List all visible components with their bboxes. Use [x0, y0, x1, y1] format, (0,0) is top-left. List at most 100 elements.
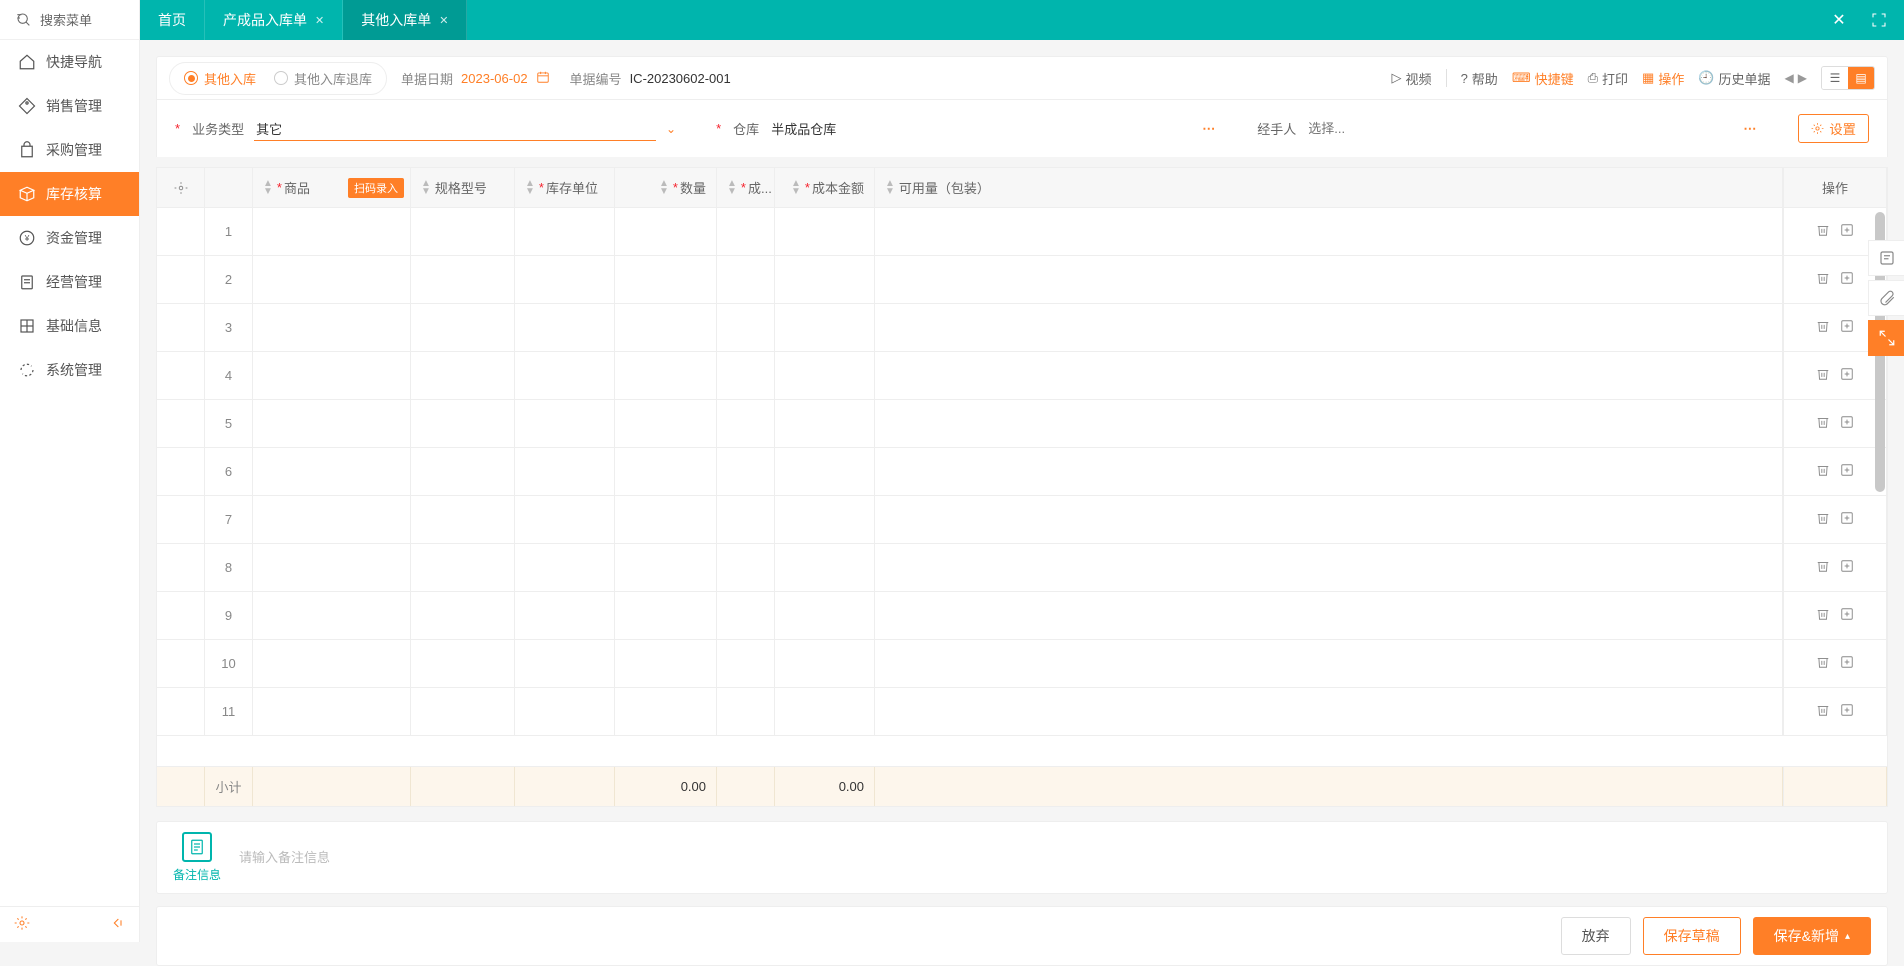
td-unit[interactable]: [515, 208, 615, 255]
more-icon[interactable]: ⋯: [1743, 121, 1758, 137]
table-row[interactable]: 10: [157, 640, 1887, 688]
td-spec[interactable]: [411, 208, 515, 255]
add-row-icon[interactable]: [1840, 559, 1854, 576]
operate-link[interactable]: ▦操作: [1642, 69, 1684, 88]
more-icon[interactable]: ⋯: [1202, 121, 1217, 137]
tab-other-inbound[interactable]: 其他入库单 ✕: [343, 0, 467, 40]
discard-button[interactable]: 放弃: [1561, 917, 1631, 955]
view-form-button[interactable]: ▤: [1848, 67, 1874, 89]
add-row-icon[interactable]: [1840, 319, 1854, 336]
gear-icon[interactable]: [14, 915, 30, 934]
fullscreen-button[interactable]: [1864, 5, 1894, 35]
next-arrow-icon[interactable]: ▶: [1798, 71, 1807, 85]
save-and-new-button[interactable]: 保存&新增 ▴: [1753, 917, 1871, 955]
table-row[interactable]: 8: [157, 544, 1887, 592]
settings-button[interactable]: 设置: [1798, 114, 1869, 143]
close-icon[interactable]: ✕: [315, 14, 324, 27]
td-unit[interactable]: [515, 304, 615, 351]
td-qty[interactable]: [615, 208, 717, 255]
td-spec[interactable]: [411, 592, 515, 639]
td-cost[interactable]: [717, 304, 775, 351]
td-avail[interactable]: [875, 592, 1783, 639]
table-row[interactable]: 2: [157, 256, 1887, 304]
td-qty[interactable]: [615, 640, 717, 687]
radio-other-return[interactable]: 其他入库退库: [274, 69, 372, 88]
td-avail[interactable]: [875, 640, 1783, 687]
calendar-icon[interactable]: [536, 70, 550, 87]
td-amount[interactable]: [775, 208, 875, 255]
add-row-icon[interactable]: [1840, 415, 1854, 432]
td-qty[interactable]: [615, 400, 717, 447]
td-unit[interactable]: [515, 640, 615, 687]
td-spec[interactable]: [411, 304, 515, 351]
th-cost[interactable]: ▲▼ *成...: [717, 168, 775, 207]
td-cost[interactable]: [717, 448, 775, 495]
td-avail[interactable]: [875, 208, 1783, 255]
table-row[interactable]: 6: [157, 448, 1887, 496]
td-amount[interactable]: [775, 304, 875, 351]
remark-input[interactable]: [239, 850, 1871, 865]
table-row[interactable]: 9: [157, 592, 1887, 640]
td-amount[interactable]: [775, 352, 875, 399]
th-gear[interactable]: [157, 168, 205, 207]
td-product[interactable]: [253, 208, 411, 255]
float-attachment-button[interactable]: [1868, 280, 1904, 316]
td-amount[interactable]: [775, 544, 875, 591]
tab-home[interactable]: 首页: [140, 0, 205, 40]
td-unit[interactable]: [515, 256, 615, 303]
save-draft-button[interactable]: 保存草稿: [1643, 917, 1741, 955]
add-row-icon[interactable]: [1840, 367, 1854, 384]
close-all-button[interactable]: ✕: [1824, 5, 1854, 35]
td-qty[interactable]: [615, 592, 717, 639]
prev-arrow-icon[interactable]: ◀: [1785, 71, 1794, 85]
th-unit[interactable]: ▲▼ *库存单位: [515, 168, 615, 207]
add-row-icon[interactable]: [1840, 655, 1854, 672]
add-row-icon[interactable]: [1840, 607, 1854, 624]
table-row[interactable]: 5: [157, 400, 1887, 448]
view-list-button[interactable]: ☰: [1822, 67, 1848, 89]
td-amount[interactable]: [775, 448, 875, 495]
td-amount[interactable]: [775, 400, 875, 447]
td-cost[interactable]: [717, 688, 775, 735]
td-cost[interactable]: [717, 208, 775, 255]
td-amount[interactable]: [775, 592, 875, 639]
th-qty[interactable]: ▲▼ *数量: [615, 168, 717, 207]
print-link[interactable]: ⎙打印: [1588, 69, 1628, 88]
td-spec[interactable]: [411, 352, 515, 399]
td-product[interactable]: [253, 304, 411, 351]
td-cost[interactable]: [717, 352, 775, 399]
td-amount[interactable]: [775, 256, 875, 303]
td-unit[interactable]: [515, 688, 615, 735]
table-row[interactable]: 7: [157, 496, 1887, 544]
td-spec[interactable]: [411, 640, 515, 687]
td-cost[interactable]: [717, 592, 775, 639]
nav-finance[interactable]: ¥ 资金管理: [0, 216, 139, 260]
th-product[interactable]: ▲▼ *商品 扫码录入: [253, 168, 411, 207]
video-link[interactable]: ▷视频: [1392, 69, 1432, 88]
delete-row-icon[interactable]: [1816, 319, 1830, 336]
td-product[interactable]: [253, 688, 411, 735]
td-product[interactable]: [253, 352, 411, 399]
td-qty[interactable]: [615, 544, 717, 591]
collapse-icon[interactable]: [109, 915, 125, 934]
add-row-icon[interactable]: [1840, 223, 1854, 240]
td-unit[interactable]: [515, 496, 615, 543]
td-unit[interactable]: [515, 448, 615, 495]
delete-row-icon[interactable]: [1816, 463, 1830, 480]
td-product[interactable]: [253, 592, 411, 639]
td-cost[interactable]: [717, 544, 775, 591]
float-note-button[interactable]: [1868, 240, 1904, 276]
td-qty[interactable]: [615, 352, 717, 399]
th-available[interactable]: ▲▼ 可用量（包装）: [875, 168, 1783, 207]
td-avail[interactable]: [875, 304, 1783, 351]
td-cost[interactable]: [717, 640, 775, 687]
delete-row-icon[interactable]: [1816, 655, 1830, 672]
scan-input-button[interactable]: 扫码录入: [348, 178, 404, 198]
td-cost[interactable]: [717, 400, 775, 447]
warehouse-input[interactable]: [769, 117, 1192, 141]
td-qty[interactable]: [615, 304, 717, 351]
delete-row-icon[interactable]: [1816, 703, 1830, 720]
add-row-icon[interactable]: [1840, 271, 1854, 288]
td-product[interactable]: [253, 400, 411, 447]
help-link[interactable]: ?帮助: [1461, 69, 1498, 88]
